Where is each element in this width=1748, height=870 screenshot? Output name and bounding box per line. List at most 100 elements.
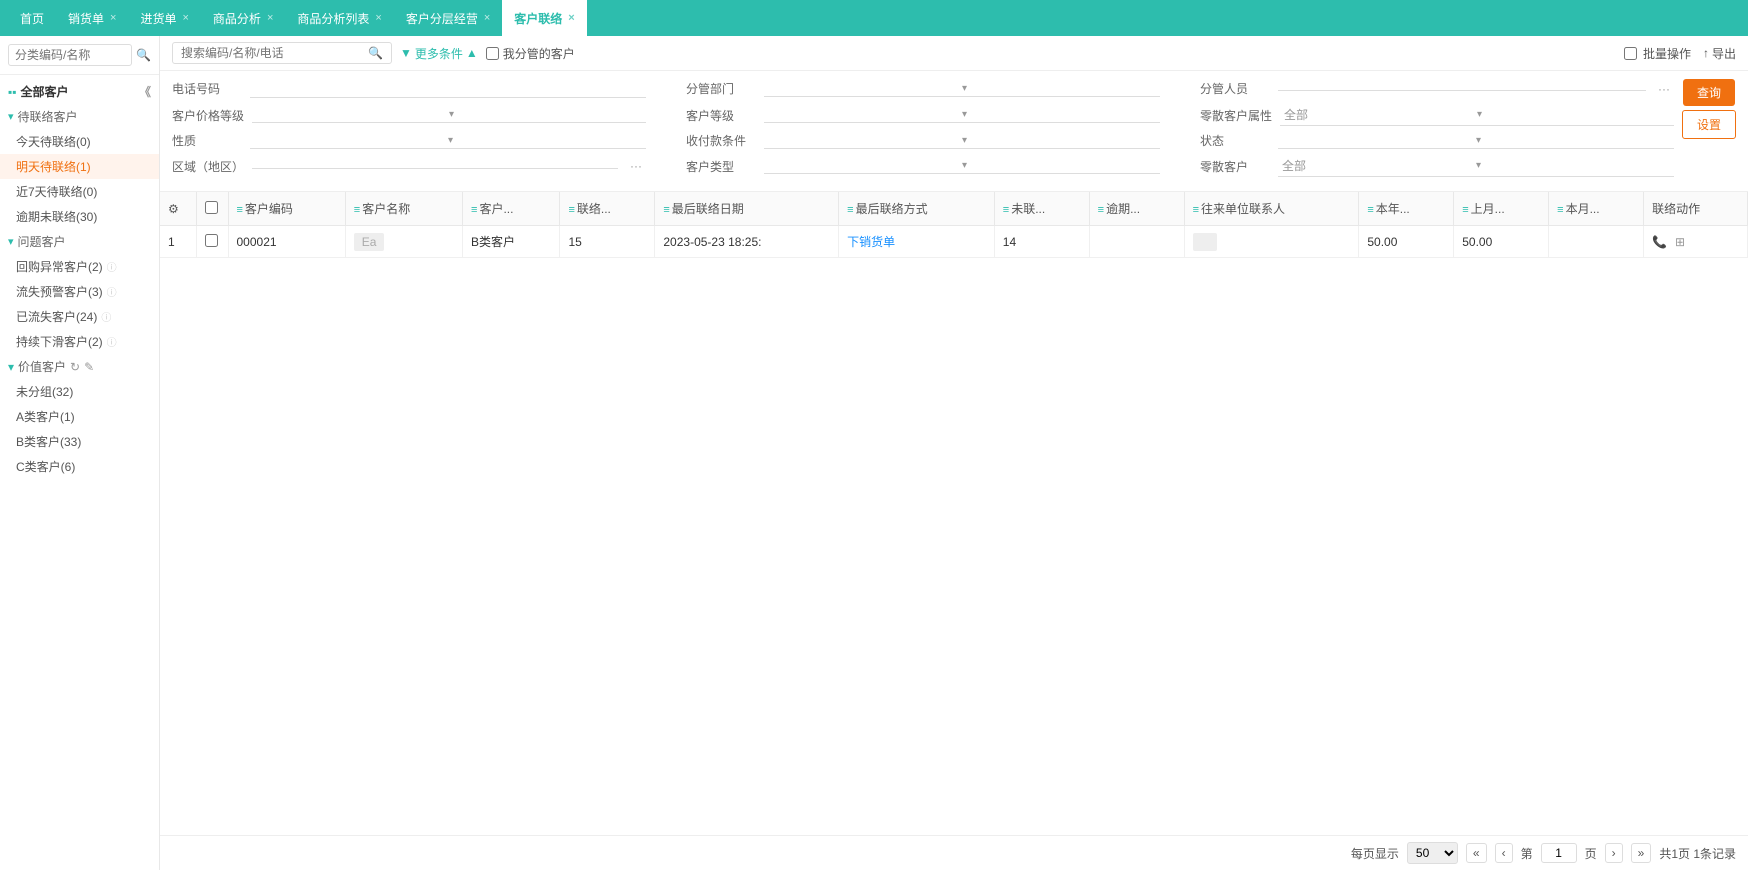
- filter-more-btn[interactable]: ▼ 更多条件 ▲: [400, 45, 478, 62]
- query-button[interactable]: 查询: [1683, 79, 1735, 106]
- row-select-checkbox[interactable]: [205, 234, 218, 247]
- content-area: 🔍 ▼ 更多条件 ▲ 我分管的客户 批量操作 ↑ 导出: [160, 36, 1748, 870]
- col-last-month: ≡上月...: [1454, 192, 1549, 226]
- nav-home[interactable]: 首页: [8, 0, 56, 36]
- last-page-btn[interactable]: »: [1631, 843, 1652, 863]
- info-icon: ⓘ: [107, 284, 117, 299]
- search-icon[interactable]: 🔍: [136, 48, 151, 62]
- sidebar-section-problem[interactable]: 问题客户: [0, 229, 159, 254]
- grid-action-icon[interactable]: ⊞: [1675, 235, 1685, 249]
- col-this-month: ≡本月...: [1549, 192, 1644, 226]
- batch-op-btn[interactable]: 批量操作: [1624, 45, 1691, 62]
- per-page-select[interactable]: 50 10 20 100: [1407, 842, 1458, 864]
- filter-scatter-attr-label: 零散客户属性: [1200, 107, 1272, 124]
- nav-product-analysis[interactable]: 商品分析 ×: [201, 0, 285, 36]
- record-summary: 共1页 1条记录: [1659, 845, 1736, 862]
- sidebar-search-area: 🔍: [0, 36, 159, 75]
- table-row: 1 000021 Ea B类客户 15 2023-05-23 18:25: 下销…: [160, 226, 1748, 258]
- filter-scatter-label: 零散客户: [1200, 158, 1270, 175]
- filter-person-dots[interactable]: ···: [1654, 82, 1674, 96]
- filter-scatter-attr-select[interactable]: 全部 ▾: [1280, 104, 1674, 126]
- next-page-btn[interactable]: ›: [1605, 843, 1623, 863]
- close-icon[interactable]: ×: [375, 12, 381, 24]
- sidebar-item-tomorrow-contact[interactable]: 明天待联络(1): [0, 154, 159, 179]
- filter-phone-input[interactable]: [250, 79, 646, 98]
- filter-nature: 性质 ▾: [172, 132, 646, 149]
- sidebar-item-c-class[interactable]: C类客户(6): [0, 454, 159, 479]
- filter-scatter-select[interactable]: 全部 ▾: [1278, 155, 1674, 177]
- close-icon[interactable]: ×: [267, 12, 273, 24]
- filter-region-dots[interactable]: ···: [626, 159, 646, 173]
- collapse-icon[interactable]: 《: [139, 83, 151, 100]
- row-this-year: 50.00: [1359, 226, 1454, 258]
- sidebar-item-a-class[interactable]: A类客户(1): [0, 404, 159, 429]
- close-icon[interactable]: ×: [110, 12, 116, 24]
- total-pages-label: 页: [1585, 845, 1597, 862]
- row-contact-person: [1184, 226, 1359, 258]
- sidebar-item-churned[interactable]: 已流失客户(24) ⓘ: [0, 304, 159, 329]
- sidebar-section-value[interactable]: ▾ 价值客户 ↻ ✎: [0, 354, 159, 379]
- first-page-btn[interactable]: «: [1466, 843, 1487, 863]
- row-checkbox[interactable]: [196, 226, 228, 258]
- filter-dept-select[interactable]: ▾: [764, 81, 1160, 97]
- info-icon: ⓘ: [107, 334, 117, 349]
- filter-payment-select[interactable]: ▾: [764, 133, 1160, 149]
- col-contact-person: ≡往来单位联系人: [1184, 192, 1359, 226]
- sidebar-item-7day-contact[interactable]: 近7天待联络(0): [0, 179, 159, 204]
- col-last-date: ≡最后联络日期: [655, 192, 839, 226]
- filter-customer-level: 客户等级 ▾: [686, 107, 1160, 124]
- row-last-method[interactable]: 下销货单: [839, 226, 995, 258]
- refresh-icon[interactable]: ↻: [70, 360, 80, 374]
- filter-dept: 分管部门 ▾: [686, 80, 1160, 97]
- col-settings[interactable]: ⚙: [160, 192, 196, 226]
- last-method-link[interactable]: 下销货单: [847, 235, 895, 249]
- sidebar-item-b-class[interactable]: B类客户(33): [0, 429, 159, 454]
- select-all-checkbox[interactable]: [205, 201, 218, 214]
- filter-status-select[interactable]: ▾: [1278, 133, 1674, 149]
- phone-action-icon[interactable]: 📞: [1652, 235, 1667, 249]
- search-input-wrapper[interactable]: 🔍: [172, 42, 392, 64]
- row-not-linked: 14: [994, 226, 1089, 258]
- export-icon: ↑: [1703, 46, 1709, 60]
- nav-customer-contact[interactable]: 客户联络 ×: [502, 0, 586, 36]
- col-checkbox[interactable]: [196, 192, 228, 226]
- sidebar-item-today-contact[interactable]: 今天待联络(0): [0, 129, 159, 154]
- row-this-month: [1549, 226, 1644, 258]
- batch-checkbox[interactable]: [1624, 47, 1637, 60]
- sidebar-item-repurchase-abnormal[interactable]: 回购异常客户(2) ⓘ: [0, 254, 159, 279]
- my-customers-checkbox-label[interactable]: 我分管的客户: [486, 45, 575, 62]
- sidebar-search-input[interactable]: [8, 44, 132, 66]
- close-icon[interactable]: ×: [182, 12, 188, 24]
- filter-payment: 收付款条件 ▾: [686, 132, 1160, 149]
- page-input[interactable]: [1541, 843, 1577, 863]
- filter-nature-select[interactable]: ▾: [250, 133, 646, 149]
- filter-customer-type-select[interactable]: ▾: [764, 158, 1160, 174]
- sidebar-section-pending[interactable]: 待联络客户: [0, 104, 159, 129]
- sidebar-item-ungrouped[interactable]: 未分组(32): [0, 379, 159, 404]
- nav-purchase-order[interactable]: 进货单 ×: [128, 0, 200, 36]
- sidebar-item-churn-warning[interactable]: 流失预警客户(3) ⓘ: [0, 279, 159, 304]
- export-btn[interactable]: ↑ 导出: [1703, 45, 1736, 62]
- close-icon[interactable]: ×: [484, 12, 490, 24]
- search-input[interactable]: [181, 46, 368, 60]
- col-contacts: ≡联络...: [560, 192, 655, 226]
- row-contacts: 15: [560, 226, 655, 258]
- filter-payment-label: 收付款条件: [686, 132, 756, 149]
- sidebar-item-overdue-contact[interactable]: 逾期未联络(30): [0, 204, 159, 229]
- top-navigation: 首页 销货单 × 进货单 × 商品分析 × 商品分析列表 × 客户分层经营 × …: [0, 0, 1748, 36]
- sidebar-all-customers[interactable]: ▪▪ 全部客户 《: [0, 75, 159, 104]
- filter-panel: 电话号码 分管部门 ▾ 分管人员: [160, 71, 1748, 192]
- sidebar-item-declining[interactable]: 持续下滑客户(2) ⓘ: [0, 329, 159, 354]
- my-customers-checkbox[interactable]: [486, 47, 499, 60]
- filter-customer-level-select[interactable]: ▾: [764, 107, 1160, 123]
- close-icon[interactable]: ×: [568, 12, 574, 24]
- prev-page-btn[interactable]: ‹: [1495, 843, 1513, 863]
- set-button[interactable]: 设置: [1682, 110, 1736, 139]
- col-this-year: ≡本年...: [1359, 192, 1454, 226]
- nav-product-analysis-list[interactable]: 商品分析列表 ×: [285, 0, 393, 36]
- edit-icon[interactable]: ✎: [84, 360, 94, 374]
- nav-sales-order[interactable]: 销货单 ×: [56, 0, 128, 36]
- col-last-method: ≡最后联络方式: [839, 192, 995, 226]
- filter-price-level-select[interactable]: ▾: [252, 107, 646, 123]
- nav-customer-tier[interactable]: 客户分层经营 ×: [394, 0, 502, 36]
